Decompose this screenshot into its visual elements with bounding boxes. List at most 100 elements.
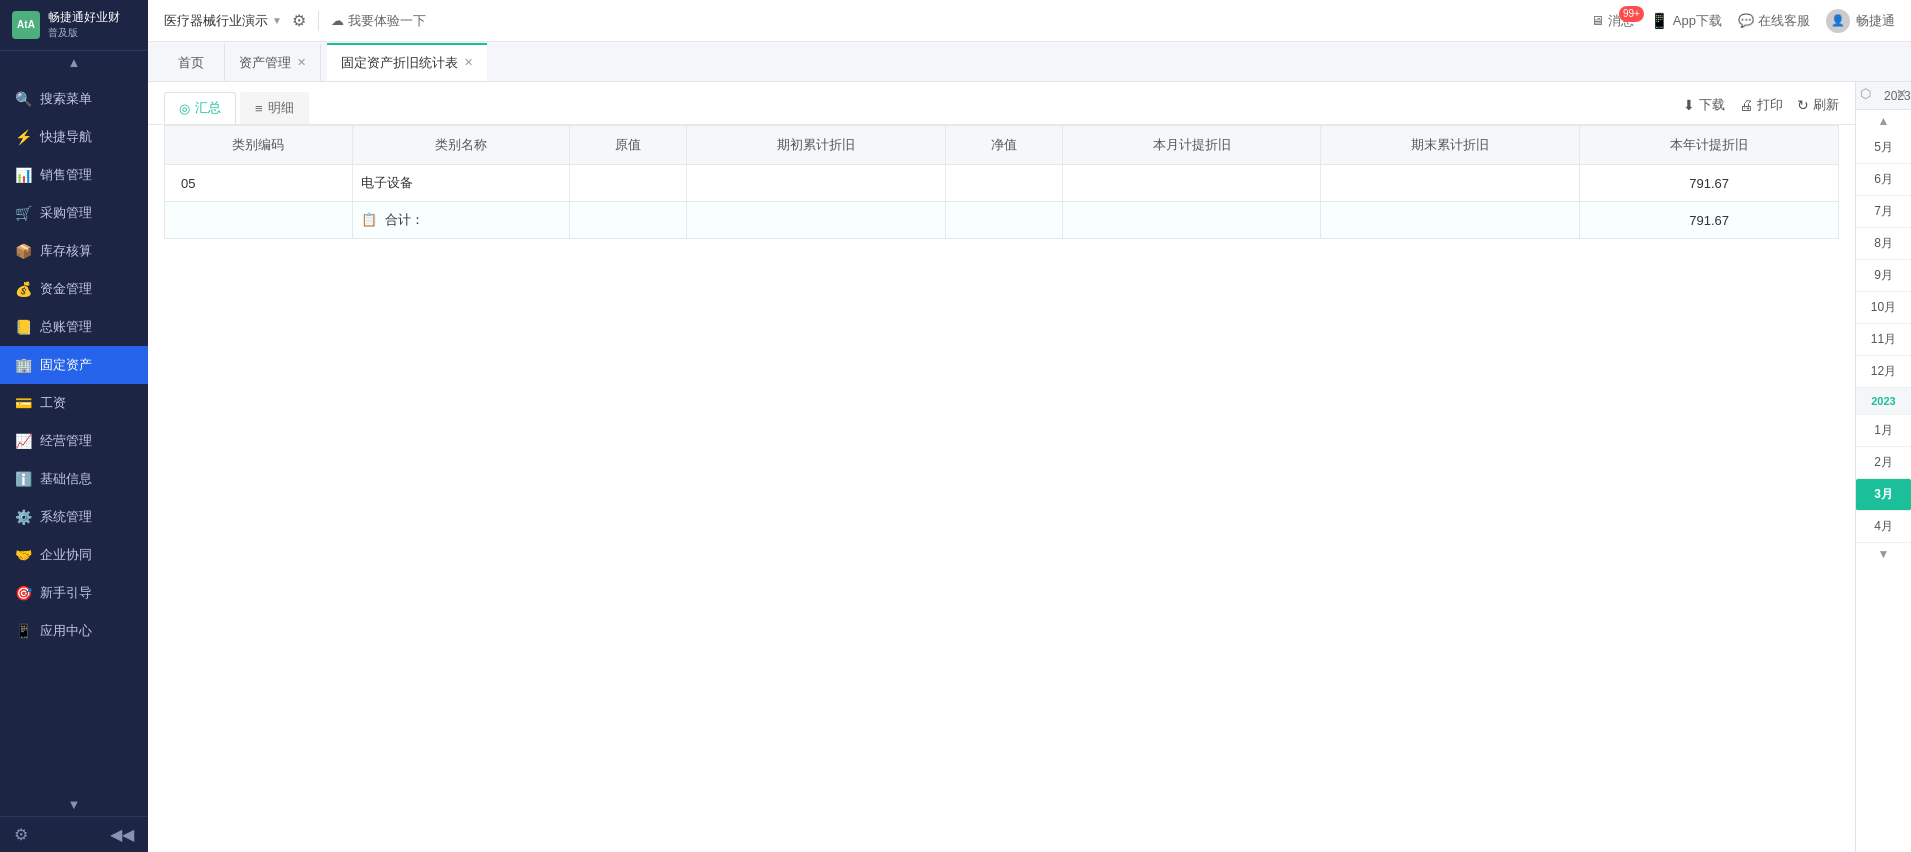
sidebar-item-label: 采购管理 bbox=[40, 204, 92, 222]
sidebar-item-label: 总账管理 bbox=[40, 318, 92, 336]
sidebar-item-ledger[interactable]: 📒 总账管理 bbox=[0, 308, 148, 346]
sidebar-item-system[interactable]: ⚙️ 系统管理 bbox=[0, 498, 148, 536]
date-panel-list: ▲ 5月 6月 7月 8月 9月 10月 11月 12月 2023 1月 2月 … bbox=[1856, 110, 1911, 852]
app-download-button[interactable]: 📱 App下载 bbox=[1650, 12, 1722, 30]
sidebar-item-enterprise[interactable]: 🤝 企业协同 bbox=[0, 536, 148, 574]
print-button[interactable]: 🖨 打印 bbox=[1739, 96, 1783, 114]
sidebar-item-search[interactable]: 🔍 搜索菜单 bbox=[0, 80, 148, 118]
date-panel-month[interactable]: 8月 bbox=[1856, 228, 1911, 260]
sidebar-item-quick-nav[interactable]: ⚡ 快捷导航 bbox=[0, 118, 148, 156]
experience-icon: ☁ bbox=[331, 13, 344, 28]
sidebar-item-salary[interactable]: 💳 工资 bbox=[0, 384, 148, 422]
summary-label: 📋 合计： bbox=[352, 202, 569, 239]
date-panel-month[interactable]: 5月 bbox=[1856, 132, 1911, 164]
logo-edition: 普及版 bbox=[48, 26, 120, 40]
sidebar-item-capital[interactable]: 💰 资金管理 bbox=[0, 270, 148, 308]
download-button[interactable]: ⬇ 下载 bbox=[1683, 96, 1725, 114]
col-header-annual: 本年计提折旧 bbox=[1580, 126, 1839, 165]
logo-text: 畅捷通好业财 普及版 bbox=[48, 10, 120, 40]
sidebar-item-guide[interactable]: 🎯 新手引导 bbox=[0, 574, 148, 612]
date-panel-active-month[interactable]: 3月 bbox=[1856, 479, 1911, 511]
logo-icon: AtA bbox=[12, 11, 40, 39]
sidebar-nav: 🔍 搜索菜单 ⚡ 快捷导航 📊 销售管理 🛒 采购管理 📦 库存核算 💰 资金管… bbox=[0, 74, 148, 793]
sidebar-item-purchase[interactable]: 🛒 采购管理 bbox=[0, 194, 148, 232]
date-panel-expand-icon[interactable]: ⬡ bbox=[1860, 86, 1871, 101]
sidebar-item-inventory[interactable]: 📦 库存核算 bbox=[0, 232, 148, 270]
collapse-sidebar-button[interactable]: ◀◀ bbox=[110, 825, 134, 844]
date-panel-month[interactable]: 7月 bbox=[1856, 196, 1911, 228]
sidebar-logo: AtA 畅捷通好业财 普及版 bbox=[0, 0, 148, 51]
date-panel-year-2023: 2023 bbox=[1856, 388, 1911, 415]
sidebar-item-label: 基础信息 bbox=[40, 470, 92, 488]
sub-tab-detail[interactable]: ≡ 明细 bbox=[240, 92, 309, 124]
settings-icon[interactable]: ⚙ bbox=[14, 825, 28, 844]
summary-initial-accum bbox=[686, 202, 945, 239]
user-menu-button[interactable]: 👤 畅捷通 bbox=[1826, 9, 1895, 33]
app-center-icon: 📱 bbox=[14, 622, 32, 640]
online-service-button[interactable]: 💬 在线客服 bbox=[1738, 12, 1810, 30]
sidebar-item-label: 应用中心 bbox=[40, 622, 92, 640]
refresh-button[interactable]: ↻ 刷新 bbox=[1797, 96, 1839, 114]
sidebar: AtA 畅捷通好业财 普及版 ▲ 🔍 搜索菜单 ⚡ 快捷导航 📊 销售管理 🛒 … bbox=[0, 0, 148, 852]
sidebar-item-label: 固定资产 bbox=[40, 356, 92, 374]
date-panel-month[interactable]: 6月 bbox=[1856, 164, 1911, 196]
col-header-net-value: 净值 bbox=[945, 126, 1062, 165]
cell-annual: 791.67 bbox=[1580, 165, 1839, 202]
company-selector[interactable]: 医疗器械行业演示 ▼ bbox=[164, 12, 282, 30]
table-wrap: 类别编码 类别名称 原值 期初累计折旧 净值 本月计提折旧 期末累计折旧 本年计… bbox=[148, 125, 1855, 852]
tab-asset-mgmt[interactable]: 资产管理 ✕ bbox=[224, 43, 321, 81]
sidebar-scroll-up[interactable]: ▲ bbox=[0, 51, 148, 74]
cell-code: 05 bbox=[165, 165, 353, 202]
tab-close-asset-mgmt[interactable]: ✕ bbox=[297, 56, 306, 69]
search-icon: 🔍 bbox=[14, 90, 32, 108]
print-icon: 🖨 bbox=[1739, 97, 1753, 113]
col-header-end-accum: 期末累计折旧 bbox=[1321, 126, 1580, 165]
purchase-icon: 🛒 bbox=[14, 204, 32, 222]
cell-net-value bbox=[945, 165, 1062, 202]
sidebar-item-app-center[interactable]: 📱 应用中心 bbox=[0, 612, 148, 650]
user-avatar: 👤 bbox=[1826, 9, 1850, 33]
tab-label: 固定资产折旧统计表 bbox=[341, 54, 458, 72]
topbar: 医疗器械行业演示 ▼ ⚙ ☁ 我要体验一下 🖥 消息 99+ 📱 App下载 💬… bbox=[148, 0, 1911, 42]
sidebar-item-basic-info[interactable]: ℹ️ 基础信息 bbox=[0, 460, 148, 498]
topbar-settings-icon[interactable]: ⚙ bbox=[292, 11, 306, 30]
depreciation-table: 类别编码 类别名称 原值 期初累计折旧 净值 本月计提折旧 期末累计折旧 本年计… bbox=[164, 125, 1839, 239]
summary-end-accum bbox=[1321, 202, 1580, 239]
date-panel-close-button[interactable]: ✕ bbox=[1896, 86, 1907, 101]
sidebar-item-label: 系统管理 bbox=[40, 508, 92, 526]
sub-tabs: ◎ 汇总 ≡ 明细 ⬇ 下载 🖨 打印 bbox=[148, 82, 1855, 125]
sub-tab-label: 明细 bbox=[268, 99, 294, 117]
online-service-label: 在线客服 bbox=[1758, 12, 1810, 30]
cell-initial-accum bbox=[686, 165, 945, 202]
sidebar-item-label: 库存核算 bbox=[40, 242, 92, 260]
date-panel-month[interactable]: 2月 bbox=[1856, 447, 1911, 479]
sidebar-scroll-down[interactable]: ▼ bbox=[0, 793, 148, 816]
tabs-bar: 首页 资产管理 ✕ 固定资产折旧统计表 ✕ bbox=[148, 42, 1911, 82]
enterprise-icon: 🤝 bbox=[14, 546, 32, 564]
sales-icon: 📊 bbox=[14, 166, 32, 184]
inventory-icon: 📦 bbox=[14, 242, 32, 260]
app-download-label: App下载 bbox=[1673, 12, 1722, 30]
date-panel-month[interactable]: 9月 bbox=[1856, 260, 1911, 292]
sidebar-item-sales[interactable]: 📊 销售管理 bbox=[0, 156, 148, 194]
notifications-button[interactable]: 🖥 消息 99+ bbox=[1591, 12, 1634, 30]
notifications-icon: 🖥 bbox=[1591, 13, 1604, 28]
sidebar-item-fixed-assets[interactable]: 🏢 固定资产 bbox=[0, 346, 148, 384]
date-panel-month[interactable]: 12月 bbox=[1856, 356, 1911, 388]
logo-name: 畅捷通好业财 bbox=[48, 10, 120, 26]
tab-close-depreciation-report[interactable]: ✕ bbox=[464, 56, 473, 69]
summary-empty bbox=[165, 202, 353, 239]
summary-tab-icon: ◎ bbox=[179, 101, 190, 116]
date-panel-nav-up[interactable]: ▲ bbox=[1856, 110, 1911, 132]
date-panel-month[interactable]: 10月 bbox=[1856, 292, 1911, 324]
experience-button[interactable]: ☁ 我要体验一下 bbox=[331, 12, 426, 30]
tab-home[interactable]: 首页 bbox=[164, 43, 218, 81]
date-panel-month[interactable]: 11月 bbox=[1856, 324, 1911, 356]
date-panel-month[interactable]: 1月 bbox=[1856, 415, 1911, 447]
date-panel-nav-down[interactable]: ▼ bbox=[1856, 543, 1911, 565]
tab-depreciation-report[interactable]: 固定资产折旧统计表 ✕ bbox=[327, 43, 487, 81]
main-content: 医疗器械行业演示 ▼ ⚙ ☁ 我要体验一下 🖥 消息 99+ 📱 App下载 💬… bbox=[148, 0, 1911, 852]
sidebar-item-operations[interactable]: 📈 经营管理 bbox=[0, 422, 148, 460]
date-panel-month[interactable]: 4月 bbox=[1856, 511, 1911, 543]
sub-tab-summary[interactable]: ◎ 汇总 bbox=[164, 92, 236, 124]
